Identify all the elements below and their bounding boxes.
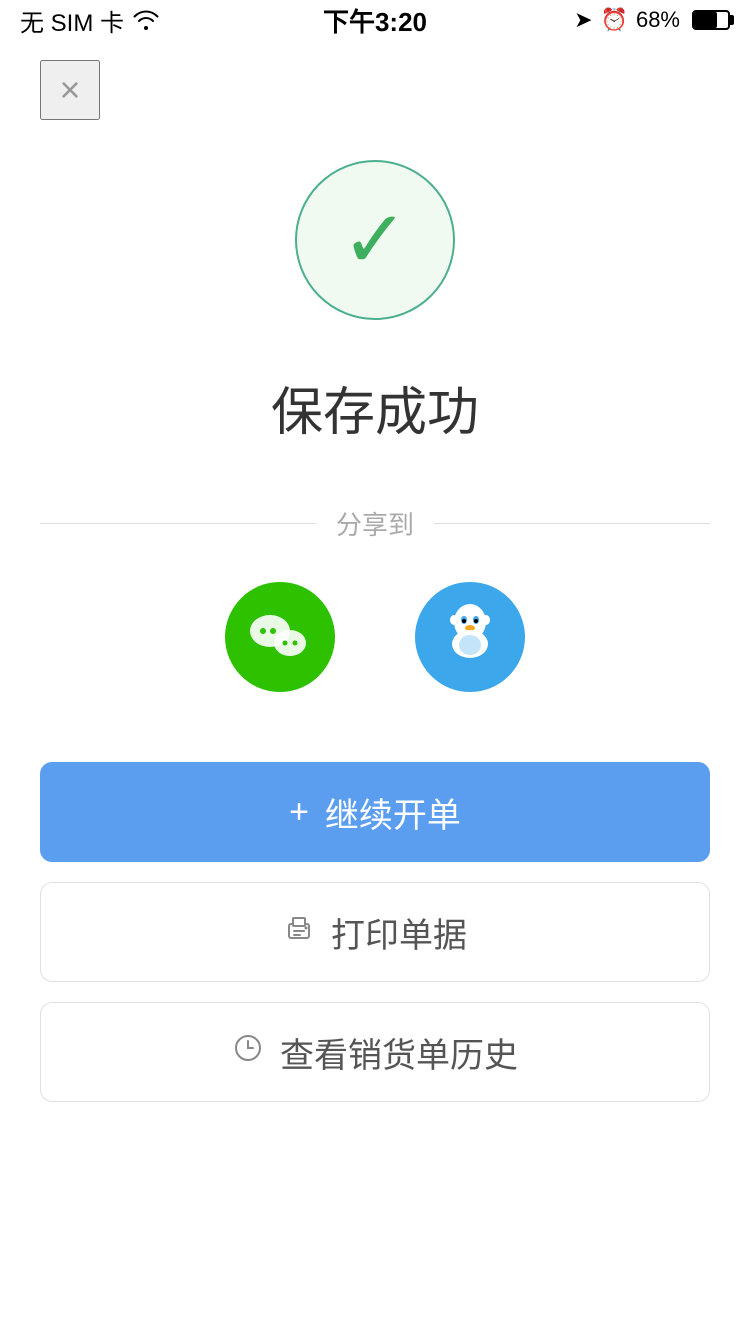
- print-label: 打印单据: [331, 908, 467, 957]
- action-buttons-container: + 继续开单 打印单据: [40, 762, 710, 1102]
- divider-line-left: [40, 523, 316, 524]
- location-icon: ➤: [574, 7, 592, 33]
- share-divider: 分享到: [40, 505, 710, 542]
- print-icon: [283, 912, 315, 953]
- close-icon: ×: [59, 69, 80, 111]
- wechat-share-button[interactable]: [225, 582, 335, 692]
- history-button[interactable]: 查看销货单历史: [40, 1002, 710, 1102]
- status-time: 下午3:20: [323, 2, 427, 39]
- history-icon: [232, 1032, 264, 1073]
- success-title: 保存成功: [271, 370, 479, 445]
- qq-icon: [438, 598, 502, 676]
- status-indicators: ➤ ⏰ 68%: [574, 7, 730, 33]
- print-button[interactable]: 打印单据: [40, 882, 710, 982]
- share-label: 分享到: [336, 505, 414, 542]
- share-icons-container: [225, 582, 525, 692]
- status-carrier: 无 SIM 卡: [20, 3, 160, 38]
- qq-share-button[interactable]: [415, 582, 525, 692]
- continue-label: 继续开单: [325, 788, 461, 837]
- wechat-icon: [248, 611, 312, 663]
- alarm-icon: ⏰: [601, 7, 628, 33]
- close-button[interactable]: ×: [40, 60, 100, 120]
- main-content: × ✓ 保存成功 分享到: [0, 40, 750, 1334]
- share-section: 分享到: [40, 505, 710, 692]
- carrier-text: 无 SIM 卡: [20, 3, 124, 38]
- divider-line-right: [434, 523, 710, 524]
- status-bar: 无 SIM 卡 下午3:20 ➤ ⏰ 68%: [0, 0, 750, 40]
- continue-button[interactable]: + 继续开单: [40, 762, 710, 862]
- battery-icon: [692, 10, 730, 30]
- checkmark-icon: ✓: [341, 200, 408, 280]
- continue-icon: +: [289, 793, 309, 832]
- success-icon-circle: ✓: [295, 160, 455, 320]
- battery-percent: 68%: [636, 7, 680, 33]
- history-label: 查看销货单历史: [280, 1028, 518, 1077]
- wifi-icon: [132, 10, 160, 30]
